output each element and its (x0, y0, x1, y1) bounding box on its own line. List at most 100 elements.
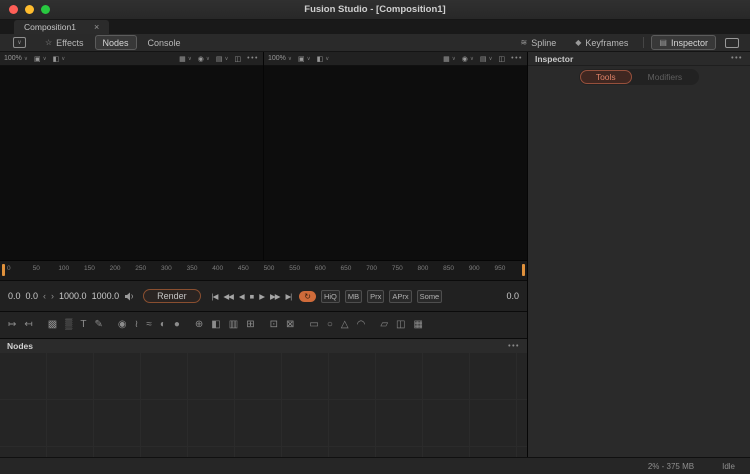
tool-background-icon[interactable]: ▩ (48, 320, 57, 330)
viewer-ab-buffer-dropdown[interactable]: ◧ ∨ (53, 55, 66, 63)
render-range-end-marker[interactable] (522, 264, 525, 276)
ruler-tick-800: 800 (417, 265, 429, 272)
tool-text-icon[interactable]: T (80, 320, 86, 330)
range-start-field[interactable]: 1000.0 (59, 291, 87, 301)
tool-brightness-contrast-icon[interactable]: ◐ (160, 320, 166, 330)
inspector-body (528, 87, 750, 457)
tool-ellipse-mask-icon[interactable]: ○ (327, 320, 333, 330)
audio-icon[interactable] (124, 292, 135, 301)
ruler-ticks: 0 50 100 150 200 250 300 350 400 450 500 550 600 650 7… (7, 265, 520, 272)
tool-rectangle-mask-icon[interactable]: ▭ (309, 320, 318, 330)
tool-transform-icon[interactable]: ⊡ (270, 320, 278, 330)
zoom-window-button[interactable] (41, 5, 50, 14)
channel-select-dropdown[interactable]: ▦ ∨ (443, 55, 456, 63)
composition-tab[interactable]: Composition1 × (14, 20, 110, 34)
effects-button[interactable]: ☆ Effects (37, 35, 92, 50)
tool-camera-3d-icon[interactable]: ◫ (396, 320, 405, 330)
nodes-options-menu[interactable]: ••• (508, 343, 520, 350)
split-view-icon[interactable]: ◫ (235, 55, 242, 63)
close-tab-icon[interactable]: × (94, 22, 99, 32)
chevron-down-icon: ∨ (469, 55, 474, 62)
step-back-button[interactable]: ‹ (43, 291, 46, 301)
fast-forward-button[interactable]: ▶▶ (270, 292, 281, 301)
channel-select-dropdown[interactable]: ▦ ∨ (179, 55, 192, 63)
tool-renderer-3d-icon[interactable]: ▦ (413, 320, 422, 330)
ui-layout-button[interactable]: ∨ (5, 35, 34, 50)
external-monitor-icon[interactable] (725, 37, 739, 48)
render-button[interactable]: Render (143, 289, 201, 303)
tool-polygon-mask-icon[interactable]: △ (341, 320, 349, 330)
tool-channel-booleans-icon[interactable]: ⊞ (246, 320, 254, 330)
viewer-fit-dropdown[interactable]: ▣ ∨ (298, 55, 311, 63)
selective-update-toggle[interactable]: Some (416, 289, 443, 303)
stop-button[interactable]: ■ (250, 292, 254, 301)
global-time-field[interactable]: 0.0 (26, 291, 39, 301)
current-time-field[interactable]: 0.0 (8, 291, 21, 301)
step-forward-button[interactable]: › (51, 291, 54, 301)
loop-button[interactable]: ↻ (299, 290, 316, 302)
split-view-icon[interactable]: ◫ (499, 55, 506, 63)
tool-blur-icon[interactable]: ● (174, 320, 180, 330)
keyframes-button[interactable]: ◆ Keyframes (567, 35, 636, 50)
chevron-down-icon: ∨ (325, 55, 330, 62)
viewer-zoom-dropdown[interactable]: 100% ∨ (4, 55, 28, 62)
titlebar: Fusion Studio - [Composition1] (0, 0, 750, 20)
viewer-options-menu[interactable]: ••• (247, 55, 259, 62)
range-end-field[interactable]: 1000.0 (92, 291, 120, 301)
tool-hue-curves-icon[interactable]: ≈ (146, 320, 152, 330)
toolbar-separator (643, 37, 645, 48)
status-bar: 2% - 375 MB Idle (0, 457, 750, 474)
fast-rewind-button[interactable]: ◀◀ (223, 292, 234, 301)
tab-tools[interactable]: Tools (579, 69, 632, 84)
tool-bspline-mask-icon[interactable]: ◠ (357, 320, 366, 330)
color-controls-dropdown[interactable]: ◉ ∨ (462, 55, 474, 63)
viewer-zoom-dropdown[interactable]: 100% ∨ (268, 55, 292, 62)
spline-button[interactable]: ≋ Spline (513, 35, 565, 50)
viewer-left-canvas[interactable] (0, 66, 263, 260)
chevron-down-icon: ∨ (287, 55, 292, 62)
inspector-button[interactable]: ▤ Inspector (651, 35, 716, 50)
lut-dropdown[interactable]: ▤ ∨ (480, 55, 493, 63)
viewer-ab-buffer-dropdown[interactable]: ◧ ∨ (317, 55, 330, 63)
tool-image-plane-3d-icon[interactable]: ▱ (380, 320, 388, 330)
tool-merge-icon[interactable]: ⊕ (195, 320, 203, 330)
inspector-title: Inspector (535, 53, 574, 64)
goto-end-button[interactable]: ▶| (286, 292, 293, 301)
tab-modifiers[interactable]: Modifiers (632, 70, 698, 84)
goto-start-button[interactable]: |◀ (212, 292, 219, 301)
time-ruler[interactable]: 0 50 100 150 200 250 300 350 400 450 500 550 600 650 7… (0, 260, 527, 280)
tool-color-curves-icon[interactable]: ≀ (135, 320, 139, 330)
console-button[interactable]: Console (140, 35, 189, 50)
auto-proxy-toggle[interactable]: APrx (389, 289, 412, 303)
tool-matte-control-icon[interactable]: ▥ (229, 320, 238, 330)
chevron-down-icon: ∨ (61, 55, 66, 62)
console-label: Console (147, 37, 181, 48)
color-controls-dropdown[interactable]: ◉ ∨ (198, 55, 210, 63)
motion-blur-toggle[interactable]: MB (344, 289, 363, 303)
frame-field[interactable]: 0.0 (506, 291, 519, 301)
minimize-window-button[interactable] (25, 5, 34, 14)
tool-color-corrector-icon[interactable]: ◉ (118, 320, 127, 330)
viewer-options-menu[interactable]: ••• (511, 55, 523, 62)
nodes-button[interactable]: Nodes (94, 35, 137, 50)
tool-fastnoise-icon[interactable]: ▒ (65, 320, 72, 330)
hiq-toggle[interactable]: HiQ (320, 289, 340, 303)
tool-resize-icon[interactable]: ⊠ (286, 320, 294, 330)
lut-dropdown[interactable]: ▤ ∨ (216, 55, 229, 63)
inspector-options-menu[interactable]: ••• (731, 55, 743, 62)
viewer-right-canvas[interactable] (264, 66, 527, 260)
channel-icon: ▦ (443, 55, 450, 63)
render-range-start-marker[interactable] (2, 264, 5, 276)
spline-label: Spline (531, 37, 557, 48)
close-window-button[interactable] (9, 5, 18, 14)
proxy-toggle[interactable]: Prx (367, 289, 385, 303)
tool-saver-icon[interactable]: ↤ (24, 320, 32, 330)
tool-loader-icon[interactable]: ↦ (8, 320, 16, 330)
viewer-fit-dropdown[interactable]: ▣ ∨ (34, 55, 47, 63)
keyframes-icon: ◆ (575, 37, 582, 47)
tool-paint-icon[interactable]: ✎ (94, 320, 102, 330)
tool-dissolve-icon[interactable]: ◧ (211, 320, 220, 330)
play-forward-button[interactable]: ▶ (259, 292, 265, 301)
node-graph-canvas[interactable] (0, 353, 527, 457)
play-reverse-button[interactable]: ◀ (239, 292, 245, 301)
